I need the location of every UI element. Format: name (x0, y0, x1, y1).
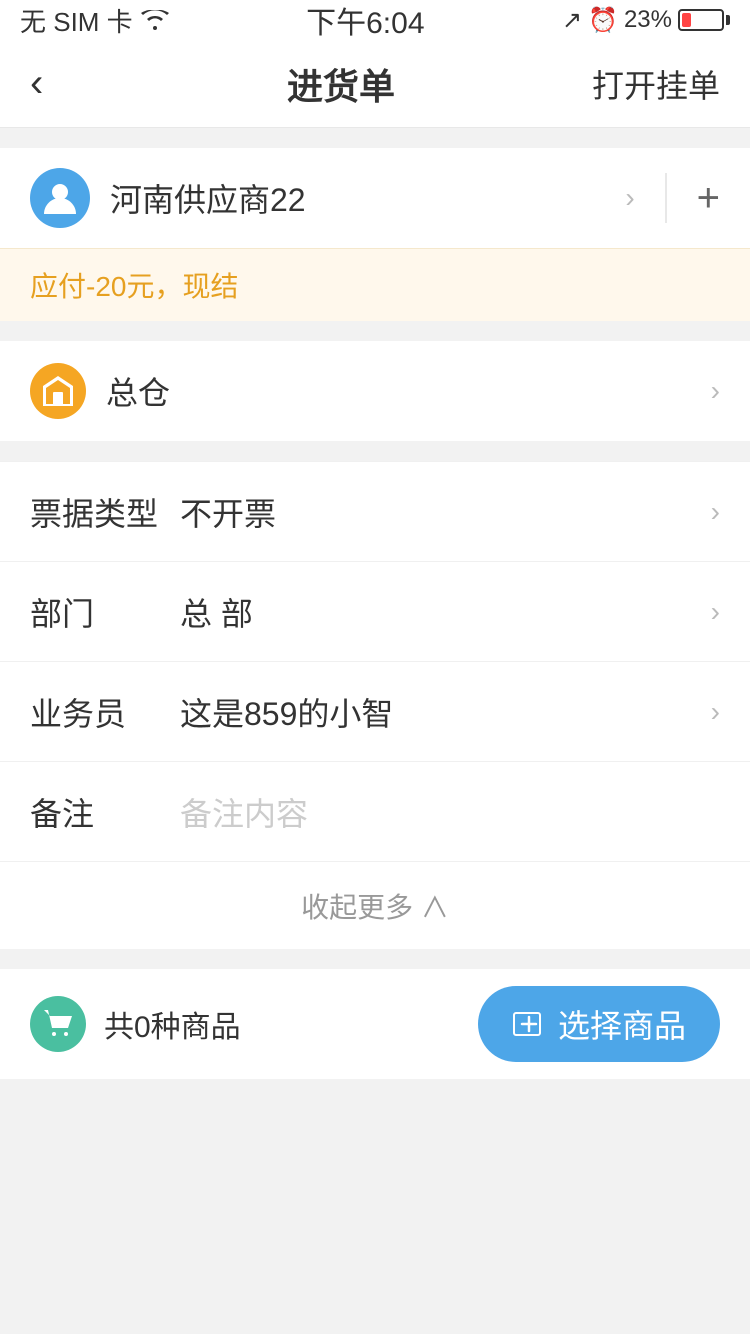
invoice-type-row[interactable]: 票据类型 不开票 › (0, 461, 750, 561)
department-row[interactable]: 部门 总 部 › (0, 561, 750, 661)
salesman-value: 这是859的小智 (180, 689, 711, 735)
add-supplier-button[interactable]: + (697, 176, 720, 221)
department-label: 部门 (30, 589, 180, 635)
back-button[interactable]: ‹ (30, 61, 90, 106)
salesman-row[interactable]: 业务员 这是859的小智 › (0, 661, 750, 761)
invoice-label: 票据类型 (30, 489, 180, 535)
supplier-row[interactable]: 河南供应商22 › + (0, 148, 750, 248)
alarm-icon: ⏰ (588, 6, 618, 35)
carrier-text: 无 SIM 卡 (20, 2, 133, 39)
user-icon (40, 178, 80, 218)
remark-placeholder: 备注内容 (180, 789, 720, 835)
battery-icon (678, 9, 730, 31)
department-value: 总 部 (180, 589, 711, 635)
battery-percent: 23% (624, 6, 672, 34)
cart-icon-wrap (30, 996, 86, 1052)
warehouse-chevron-icon: › (711, 375, 720, 407)
invoice-value: 不开票 (180, 489, 711, 535)
salesman-label: 业务员 (30, 689, 180, 735)
form-section: 票据类型 不开票 › 部门 总 部 › 业务员 这是859的小智 › 备注 备注… (0, 461, 750, 949)
supplier-avatar (30, 168, 90, 228)
warehouse-name: 总仓 (106, 368, 711, 414)
collapse-button[interactable]: 收起更多 ∧ (0, 861, 750, 949)
salesman-chevron-icon: › (711, 696, 720, 728)
warehouse-row[interactable]: 总仓 › (0, 341, 750, 441)
remark-row[interactable]: 备注 备注内容 (0, 761, 750, 861)
notice-text: 应付-20元，现结 (30, 271, 238, 302)
product-count-wrap: 共0种商品 (30, 996, 241, 1052)
status-left: 无 SIM 卡 (20, 2, 169, 39)
footer-section: 共0种商品 选择商品 (0, 969, 750, 1079)
notice-bar: 应付-20元，现结 (0, 248, 750, 321)
page-title: 进货单 (287, 58, 395, 110)
location-icon: ↗ (562, 6, 582, 35)
select-product-label: 选择商品 (558, 1001, 686, 1047)
product-count-text: 共0种商品 (104, 1002, 241, 1046)
supplier-section: 河南供应商22 › + 应付-20元，现结 (0, 148, 750, 321)
department-chevron-icon: › (711, 596, 720, 628)
warehouse-icon (41, 374, 75, 408)
supplier-name: 河南供应商22 (110, 175, 625, 221)
remark-label: 备注 (30, 789, 180, 835)
status-right: ↗ ⏰ 23% (562, 6, 730, 35)
wifi-icon (141, 10, 169, 30)
gap-3 (0, 441, 750, 461)
open-pending-button[interactable]: 打开挂单 (592, 61, 720, 107)
supplier-divider (665, 173, 667, 223)
cart-icon (42, 1008, 74, 1040)
warehouse-icon-wrap (30, 363, 86, 419)
nav-bar: ‹ 进货单 打开挂单 (0, 40, 750, 128)
collapse-label: 收起更多 ∧ (301, 886, 449, 926)
gap-2 (0, 321, 750, 341)
select-product-button[interactable]: 选择商品 (478, 986, 720, 1062)
status-bar: 无 SIM 卡 下午6:04 ↗ ⏰ 23% (0, 0, 750, 40)
gap-1 (0, 128, 750, 148)
status-time: 下午6:04 (306, 0, 424, 42)
warehouse-section: 总仓 › (0, 341, 750, 441)
supplier-chevron-icon: › (625, 182, 634, 214)
invoice-chevron-icon: › (711, 496, 720, 528)
select-product-icon (512, 1007, 546, 1041)
